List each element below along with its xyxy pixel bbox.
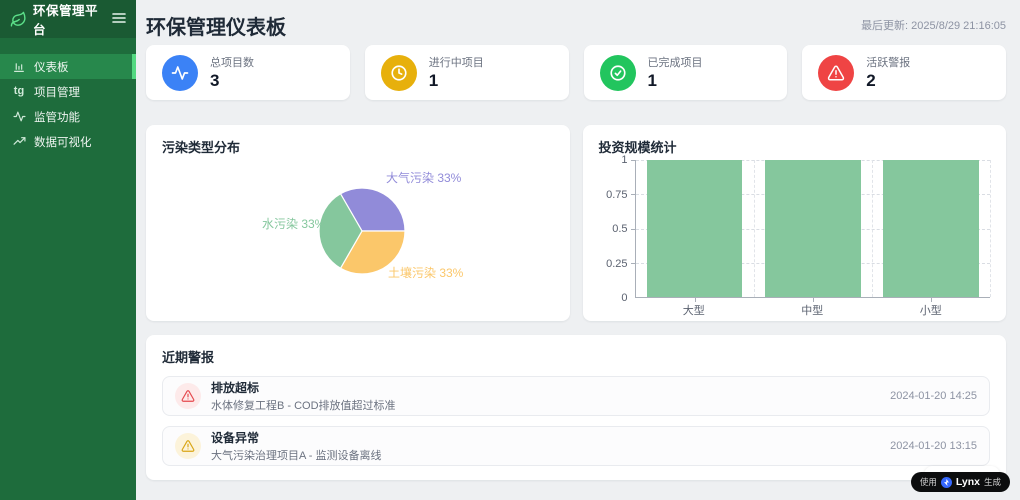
bar-chart-icon (12, 60, 26, 74)
bar-chart-card: 投资规模统计 1 0.75 0.5 0.25 0 (583, 125, 1007, 321)
stat-label: 已完成项目 (648, 54, 703, 70)
alert-triangle-icon (818, 55, 854, 91)
y-tick-label: 0.25 (606, 258, 627, 270)
bar-plot-area (635, 160, 991, 298)
stat-label: 进行中项目 (429, 54, 484, 70)
gridline-vertical (990, 160, 991, 297)
x-axis-tick (931, 297, 932, 302)
badge-brand: Lynx (956, 476, 980, 488)
y-tick-label: 0.75 (606, 189, 627, 201)
lynx-logo-icon (941, 477, 952, 488)
stat-label: 活跃警报 (866, 54, 910, 70)
sidebar-item-dashboard[interactable]: 仪表板 (0, 54, 136, 79)
pollution-pie-chart (317, 186, 407, 276)
clock-icon (381, 55, 417, 91)
alert-title: 设备异常 (211, 429, 382, 446)
alert-triangle-icon (175, 433, 201, 459)
x-axis-tick (695, 297, 696, 302)
hamburger-menu-icon[interactable] (112, 12, 126, 26)
project-tasks-icon: tg (12, 85, 26, 99)
alert-row-emission[interactable]: 排放超标 水体修复工程B - COD排放值超过标准 2024-01-20 14:… (162, 376, 990, 416)
sidebar-item-label: 仪表板 (34, 59, 69, 75)
sidebar-item-dataviz[interactable]: 数据可视化 (0, 129, 136, 154)
stat-value: 3 (210, 71, 254, 91)
bar-small (883, 160, 979, 297)
check-circle-icon (600, 55, 636, 91)
stat-card-total-projects: 总项目数 3 (146, 45, 350, 100)
investment-bar-chart: 1 0.75 0.5 0.25 0 (599, 160, 991, 298)
alert-triangle-icon (175, 383, 201, 409)
bar-medium (765, 160, 861, 297)
lynx-badge[interactable]: 使用 Lynx 生成 (911, 472, 1010, 492)
sidebar-nav: 仪表板 tg 项目管理 监管功能 数据可视化 (0, 38, 136, 154)
pie-chart-title: 污染类型分布 (162, 137, 554, 156)
badge-suffix: 生成 (984, 476, 1001, 488)
leaf-logo-icon (10, 11, 27, 28)
y-tick-label: 0 (621, 292, 627, 304)
bars-group (636, 160, 991, 297)
stat-value: 1 (648, 71, 703, 91)
x-tick-label: 小型 (872, 302, 991, 318)
y-tick-label: 1 (621, 154, 627, 166)
main-header: 环保管理仪表板 最后更新: 2025/8/29 21:16:05 (146, 10, 1006, 40)
activity-icon (162, 55, 198, 91)
stat-label: 总项目数 (210, 54, 254, 70)
pie-label-soil: 土壤污染 33% (388, 264, 463, 281)
sidebar-header: 环保管理平台 (0, 0, 136, 38)
bar-chart-title: 投资规模统计 (599, 137, 991, 156)
stat-card-active-alerts: 活跃警报 2 (802, 45, 1006, 100)
alert-timestamp: 2024-01-20 13:15 (890, 440, 977, 452)
pie-label-water: 水污染 33% (262, 215, 325, 232)
recent-alerts-card: 近期警报 排放超标 水体修复工程B - COD排放值超过标准 2024-01-2… (146, 335, 1006, 480)
x-tick-label: 中型 (753, 302, 872, 318)
alert-description: 水体修复工程B - COD排放值超过标准 (211, 397, 396, 413)
x-axis-tick (813, 297, 814, 302)
alerts-title: 近期警报 (162, 347, 990, 366)
y-tick-label: 0.5 (612, 223, 627, 235)
alert-row-device[interactable]: 设备异常 大气污染治理项目A - 监测设备离线 2024-01-20 13:15 (162, 426, 990, 466)
alert-description: 大气污染治理项目A - 监测设备离线 (211, 447, 382, 463)
y-axis-labels: 1 0.75 0.5 0.25 0 (599, 160, 635, 298)
badge-prefix: 使用 (920, 476, 937, 488)
alert-timestamp: 2024-01-20 14:25 (890, 390, 977, 402)
alert-title: 排放超标 (211, 379, 396, 396)
stat-value: 2 (866, 71, 910, 91)
main-content: 环保管理仪表板 最后更新: 2025/8/29 21:16:05 总项目数 3 … (136, 0, 1020, 500)
trending-up-icon (12, 135, 26, 149)
sidebar: 环保管理平台 仪表板 tg 项目管理 监管功能 (0, 0, 136, 500)
activity-icon (12, 110, 26, 124)
sidebar-item-label: 数据可视化 (34, 134, 92, 150)
x-axis-labels: 大型 中型 小型 (635, 302, 991, 318)
stat-card-in-progress: 进行中项目 1 (365, 45, 569, 100)
x-tick-label: 大型 (635, 302, 754, 318)
sidebar-item-projects[interactable]: tg 项目管理 (0, 79, 136, 104)
stat-card-completed: 已完成项目 1 (584, 45, 788, 100)
charts-row: 污染类型分布 大气污染 33% 土壤污染 33% 水污染 33% 投资规模统计 … (146, 125, 1006, 321)
stat-value: 1 (429, 71, 484, 91)
bar-large (647, 160, 743, 297)
stats-row: 总项目数 3 进行中项目 1 已完成项目 1 (146, 45, 1006, 100)
sidebar-item-label: 项目管理 (34, 84, 80, 100)
sidebar-item-label: 监管功能 (34, 109, 80, 125)
brand-title: 环保管理平台 (33, 0, 106, 38)
last-update-timestamp: 最后更新: 2025/8/29 21:16:05 (861, 17, 1006, 33)
pie-label-air: 大气污染 33% (386, 169, 461, 186)
pie-chart-card: 污染类型分布 大气污染 33% 土壤污染 33% 水污染 33% (146, 125, 570, 321)
page-title: 环保管理仪表板 (146, 11, 286, 40)
sidebar-item-supervision[interactable]: 监管功能 (0, 104, 136, 129)
